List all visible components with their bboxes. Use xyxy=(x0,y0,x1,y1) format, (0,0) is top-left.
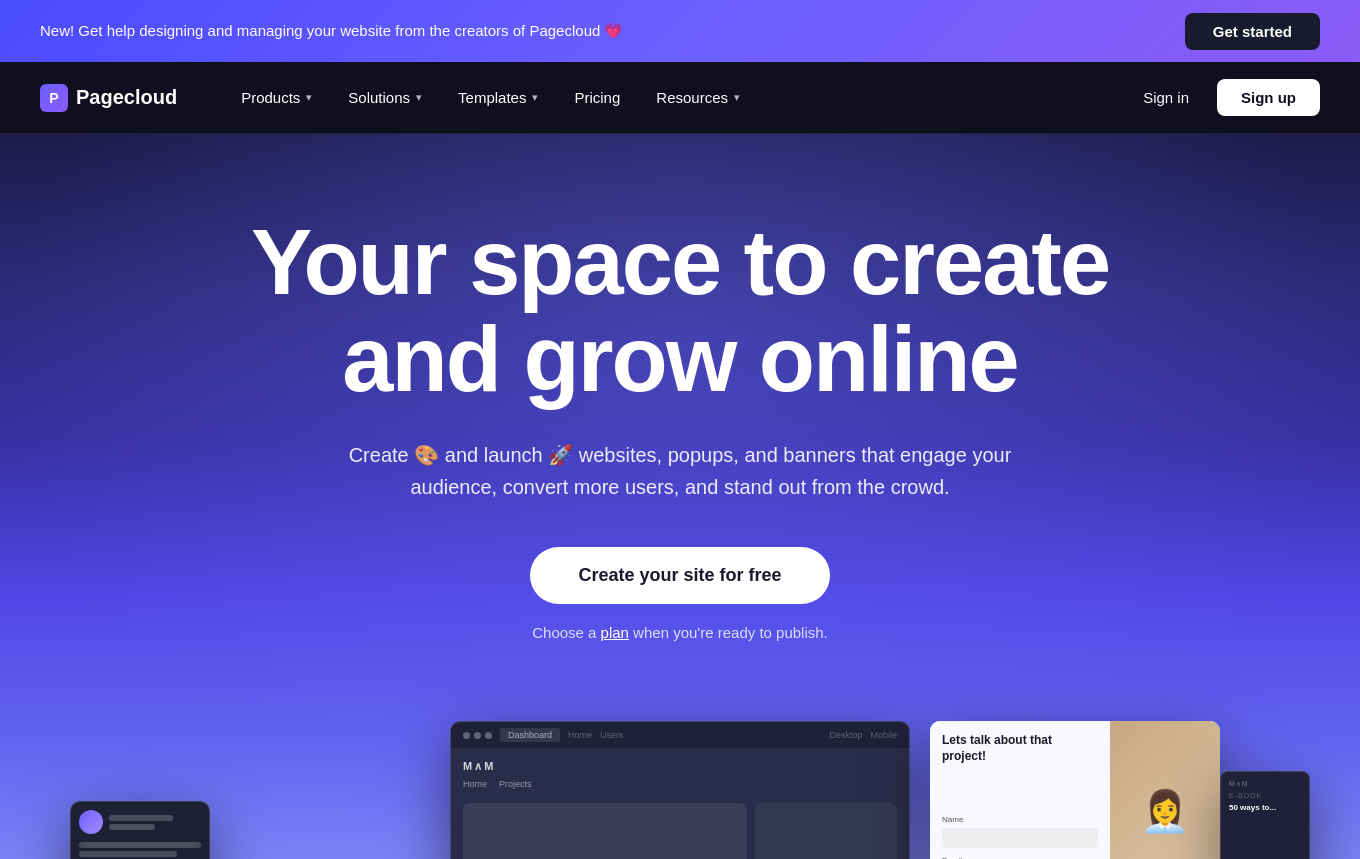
announcement-bar: New! Get help designing and managing you… xyxy=(0,0,1360,62)
chat-form: Name Email xyxy=(942,815,1098,859)
hero-footnote: Choose a plan when you're ready to publi… xyxy=(532,624,828,641)
chat-person-image: 👩‍💼 xyxy=(1110,721,1220,859)
browser-toolbar: Dashboard Home Users Desktop Mobile xyxy=(451,722,909,748)
content-block xyxy=(463,803,747,859)
logo[interactable]: P Pagecloud xyxy=(40,84,177,112)
browser-dots xyxy=(463,732,492,739)
screen-nav-bar: Home Projects xyxy=(463,779,897,789)
dot-yellow xyxy=(474,732,481,739)
navbar: P Pagecloud Products ▾ Solutions ▾ Templ… xyxy=(0,62,1360,134)
content-block xyxy=(755,803,897,859)
screen-left xyxy=(70,801,210,859)
sign-up-button[interactable]: Sign up xyxy=(1217,79,1320,116)
chevron-down-icon: ▾ xyxy=(306,91,312,104)
nav-links: Products ▾ Solutions ▾ Templates ▾ Prici… xyxy=(225,81,1127,114)
dot-green xyxy=(485,732,492,739)
nav-item-products[interactable]: Products ▾ xyxy=(225,81,328,114)
nav-item-solutions[interactable]: Solutions ▾ xyxy=(332,81,438,114)
ebook-label: M∧M xyxy=(1229,780,1301,788)
ebook-title: 50 ways to... xyxy=(1229,803,1301,813)
chat-image: 👩‍💼 xyxy=(1110,721,1220,859)
line-decoration xyxy=(109,824,155,830)
ebook-subtitle: E-BOOK xyxy=(1229,792,1301,799)
announcement-cta-button[interactable]: Get started xyxy=(1185,13,1320,50)
dot-red xyxy=(463,732,470,739)
logo-text: Pagecloud xyxy=(76,86,177,109)
line-decoration xyxy=(79,851,177,857)
screens-container: Dashboard Home Users Desktop Mobile M∧M … xyxy=(40,701,1320,859)
screen-brand: M∧M xyxy=(463,760,897,773)
nav-item-pricing[interactable]: Pricing xyxy=(558,81,636,114)
line-decoration xyxy=(79,842,201,848)
lines-group xyxy=(79,842,201,859)
plan-link[interactable]: plan xyxy=(601,624,629,641)
screen-content-blocks xyxy=(463,803,897,859)
avatar-row xyxy=(79,810,201,834)
screen-center: Dashboard Home Users Desktop Mobile M∧M … xyxy=(450,721,910,859)
avatar xyxy=(79,810,103,834)
hero-title: Your space to create and grow online xyxy=(251,214,1109,407)
line-decoration xyxy=(109,815,173,821)
screen-ebook: M∧M E-BOOK 50 ways to... xyxy=(1220,771,1310,859)
nav-item-templates[interactable]: Templates ▾ xyxy=(442,81,554,114)
screen-center-content: M∧M Home Projects xyxy=(451,748,909,859)
hero-subtitle: Create 🎨 and launch 🚀 websites, popups, … xyxy=(330,439,1030,503)
nav-auth: Sign in Sign up xyxy=(1127,79,1320,116)
chat-name-input xyxy=(942,828,1098,848)
chevron-down-icon: ▾ xyxy=(532,91,538,104)
sign-in-link[interactable]: Sign in xyxy=(1127,81,1205,114)
hero-cta-button[interactable]: Create your site for free xyxy=(530,547,829,604)
nav-item-resources[interactable]: Resources ▾ xyxy=(640,81,756,114)
announcement-text: New! Get help designing and managing you… xyxy=(40,22,624,40)
chat-content: Lets talk about that project! Name Email xyxy=(930,721,1110,859)
logo-icon: P xyxy=(40,84,68,112)
hero-section: Your space to create and grow online Cre… xyxy=(0,134,1360,859)
chevron-down-icon: ▾ xyxy=(734,91,740,104)
chevron-down-icon: ▾ xyxy=(416,91,422,104)
screen-chat-popup: Lets talk about that project! Name Email… xyxy=(930,721,1220,859)
chat-title: Lets talk about that project! xyxy=(942,733,1098,764)
